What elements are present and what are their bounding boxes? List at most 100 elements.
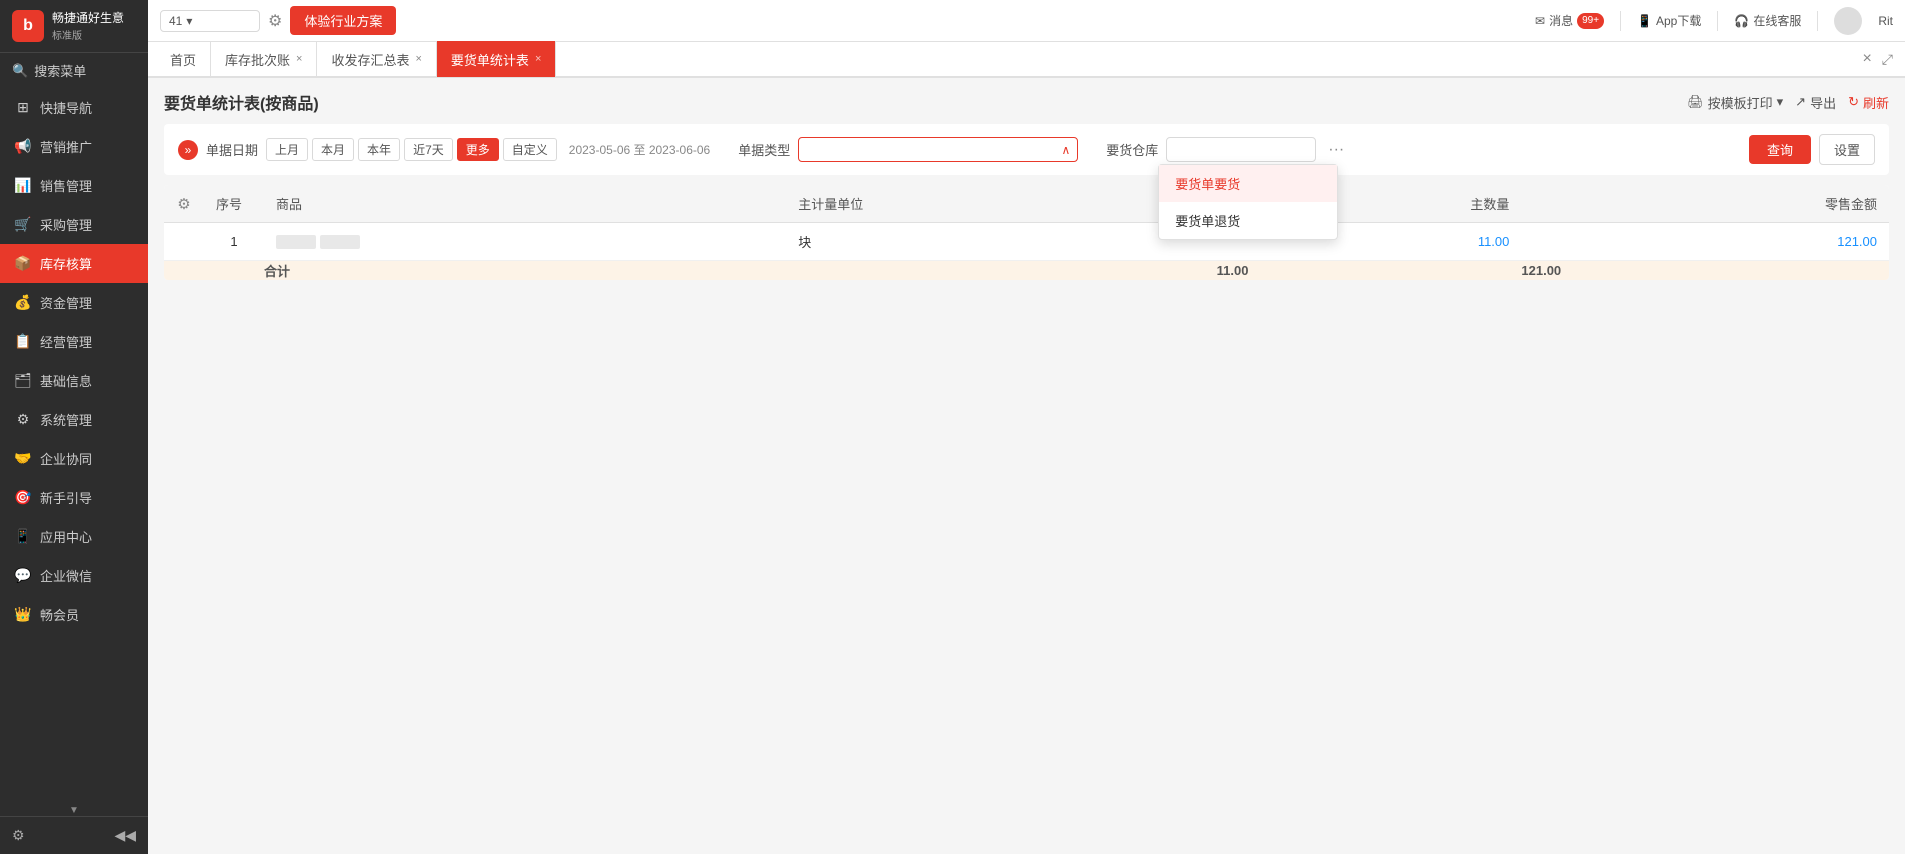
tab-close-inventory-batch[interactable]: × xyxy=(296,53,302,65)
sidebar-item-label: 营销推广 xyxy=(40,137,92,156)
divider2 xyxy=(1717,11,1718,31)
last-7-days-btn[interactable]: 近7天 xyxy=(404,138,453,161)
row-unit-cell: 块 xyxy=(786,223,1216,261)
message-icon: ✉ xyxy=(1535,14,1545,28)
page-header: 要货单统计表(按商品) 🖨 按模板打印 ▾ ↗ 导出 ↻ 刷新 xyxy=(164,90,1889,114)
more-date-btn[interactable]: 更多 xyxy=(457,138,499,161)
type-dropdown-arrow[interactable]: ∧ xyxy=(1061,143,1070,157)
sidebar-item-label: 企业协同 xyxy=(40,449,92,468)
app-name-block: 畅捷通好生意 标准版 xyxy=(52,10,124,42)
topbar-settings-icon[interactable]: ⚙ xyxy=(268,11,282,31)
data-table-wrap: ⚙ 序号 商品 主计量单位 主数量 零售金额 1 xyxy=(164,185,1889,280)
refresh-btn[interactable]: ↻ 刷新 xyxy=(1848,93,1889,112)
product-tag2 xyxy=(320,235,360,249)
filter-bar: » 单据日期 上月 本月 本年 近7天 更多 自定义 2023-05-06 至 … xyxy=(164,124,1889,175)
app-download-btn[interactable]: 📱 App下载 xyxy=(1637,12,1701,29)
close-all-tabs-btn[interactable]: × xyxy=(1856,50,1877,68)
page-title: 要货单统计表(按商品) xyxy=(164,90,319,114)
sidebar-item-marketing[interactable]: 📢 营销推广 xyxy=(0,127,148,166)
chevron-down-icon: ▾ xyxy=(186,14,192,28)
print-btn[interactable]: 🖨 按模板打印 ▾ xyxy=(1687,93,1783,112)
divider1 xyxy=(1620,11,1621,31)
dropdown-item-requisition-order[interactable]: 要货单要货 xyxy=(1159,165,1337,202)
tab-home-label: 首页 xyxy=(170,50,196,69)
sidebar-item-label: 系统管理 xyxy=(40,410,92,429)
member-icon: 👑 xyxy=(14,606,32,624)
date-buttons: 上月 本月 本年 近7天 更多 自定义 xyxy=(266,138,557,161)
query-btn[interactable]: 查询 xyxy=(1749,135,1811,164)
set-btn[interactable]: 设置 xyxy=(1819,134,1875,165)
app-center-icon: 📱 xyxy=(14,528,32,546)
tab-inventory-batch[interactable]: 库存批次账 × xyxy=(211,41,317,77)
finance-icon: 💰 xyxy=(14,294,32,312)
message-badge: 99+ xyxy=(1577,13,1604,29)
footer-collapse-btn[interactable]: ◀◀ xyxy=(114,827,136,844)
sidebar-item-label: 企业微信 xyxy=(40,566,92,585)
col-settings[interactable]: ⚙ xyxy=(164,185,204,223)
sidebar-item-quick-nav[interactable]: ⊞ 快捷导航 xyxy=(0,88,148,127)
sidebar-scroll-down[interactable]: ▼ xyxy=(0,805,148,816)
expand-tabs-btn[interactable]: ⤢ xyxy=(1878,51,1897,68)
sidebar-item-app-center[interactable]: 📱 应用中心 xyxy=(0,517,148,556)
tab-requisition-stats[interactable]: 要货单统计表 × xyxy=(437,41,556,77)
app-label: App下载 xyxy=(1656,12,1701,29)
tab-receivable-summary[interactable]: 收发存汇总表 × xyxy=(317,41,436,77)
sidebar-item-inventory[interactable]: 📦 库存核算 xyxy=(0,244,148,283)
type-input-wrap: ∧ 要货单要货 要货单退货 xyxy=(798,137,1078,162)
table-header-row: ⚙ 序号 商品 主计量单位 主数量 零售金额 xyxy=(164,185,1889,223)
sidebar-item-label: 销售管理 xyxy=(40,176,92,195)
divider3 xyxy=(1817,11,1818,31)
branch-value: 41 xyxy=(169,14,182,28)
sidebar-item-system[interactable]: ⚙ 系统管理 xyxy=(0,400,148,439)
this-month-btn[interactable]: 本月 xyxy=(312,138,354,161)
export-btn[interactable]: ↗ 导出 xyxy=(1795,93,1836,112)
sidebar-item-basic[interactable]: 🗂 基础信息 xyxy=(0,361,148,400)
dropdown-item-requisition-return[interactable]: 要货单退货 xyxy=(1159,202,1337,239)
summary-empty-no xyxy=(204,261,264,281)
tab-close-requisition-stats[interactable]: × xyxy=(535,53,541,65)
custom-date-btn[interactable]: 自定义 xyxy=(503,138,557,161)
branch-selector[interactable]: 41 ▾ xyxy=(160,10,260,32)
service-btn[interactable]: 🎧 在线客服 xyxy=(1734,12,1801,29)
this-year-btn[interactable]: 本年 xyxy=(358,138,400,161)
industry-btn[interactable]: 体验行业方案 xyxy=(290,6,396,35)
headset-icon: 🎧 xyxy=(1734,14,1749,28)
username[interactable]: Rit xyxy=(1878,14,1893,28)
quantity-link[interactable]: 11.00 xyxy=(1478,234,1510,249)
sidebar-item-sales[interactable]: 📊 销售管理 xyxy=(0,166,148,205)
sidebar-item-finance[interactable]: 💰 资金管理 xyxy=(0,283,148,322)
row-product-cell xyxy=(264,223,786,261)
sidebar-item-member[interactable]: 👑 畅会员 xyxy=(0,595,148,634)
filter-more-btn[interactable]: ··· xyxy=(1328,141,1344,159)
printer-icon: 🖨 xyxy=(1687,94,1704,110)
message-btn[interactable]: ✉ 消息 99+ xyxy=(1535,12,1604,29)
warehouse-input[interactable] xyxy=(1166,137,1316,162)
sidebar-item-purchase[interactable]: 🛒 采购管理 xyxy=(0,205,148,244)
sidebar-item-wechat[interactable]: 💬 企业微信 xyxy=(0,556,148,595)
app-version: 标准版 xyxy=(52,27,124,42)
purchase-icon: 🛒 xyxy=(14,216,32,234)
summary-row: 合计 11.00 121.00 xyxy=(164,261,1889,281)
summary-unit-cell xyxy=(786,261,1216,281)
tab-home[interactable]: 首页 xyxy=(156,41,211,77)
warehouse-label: 要货仓库 xyxy=(1106,140,1158,159)
sidebar-item-guide[interactable]: 🎯 新手引导 xyxy=(0,478,148,517)
footer-settings-btn[interactable]: ⚙ xyxy=(12,827,25,844)
sidebar-nav: ⊞ 快捷导航 📢 营销推广 📊 销售管理 🛒 采购管理 📦 库存核算 💰 资金管… xyxy=(0,88,148,805)
search-label: 搜索菜单 xyxy=(34,61,86,80)
col-unit: 主计量单位 xyxy=(786,185,1216,223)
type-input[interactable] xyxy=(798,137,1078,162)
sidebar-item-enterprise[interactable]: 🤝 企业协同 xyxy=(0,439,148,478)
sidebar-item-label: 畅会员 xyxy=(40,605,79,624)
sidebar-item-label: 应用中心 xyxy=(40,527,92,546)
user-avatar[interactable] xyxy=(1834,7,1862,35)
amount-link[interactable]: 121.00 xyxy=(1837,234,1877,249)
topbar: 41 ▾ ⚙ 体验行业方案 ✉ 消息 99+ 📱 App下载 🎧 在线客服 xyxy=(148,0,1905,42)
last-month-btn[interactable]: 上月 xyxy=(266,138,308,161)
content-area: 要货单统计表(按商品) 🖨 按模板打印 ▾ ↗ 导出 ↻ 刷新 » xyxy=(148,78,1905,854)
sidebar-search[interactable]: 🔍 搜索菜单 xyxy=(0,53,148,88)
filter-expand-btn[interactable]: » xyxy=(178,140,198,160)
sidebar-item-operation[interactable]: 📋 经营管理 xyxy=(0,322,148,361)
type-label: 单据类型 xyxy=(738,140,790,159)
tab-close-receivable-summary[interactable]: × xyxy=(415,53,421,65)
